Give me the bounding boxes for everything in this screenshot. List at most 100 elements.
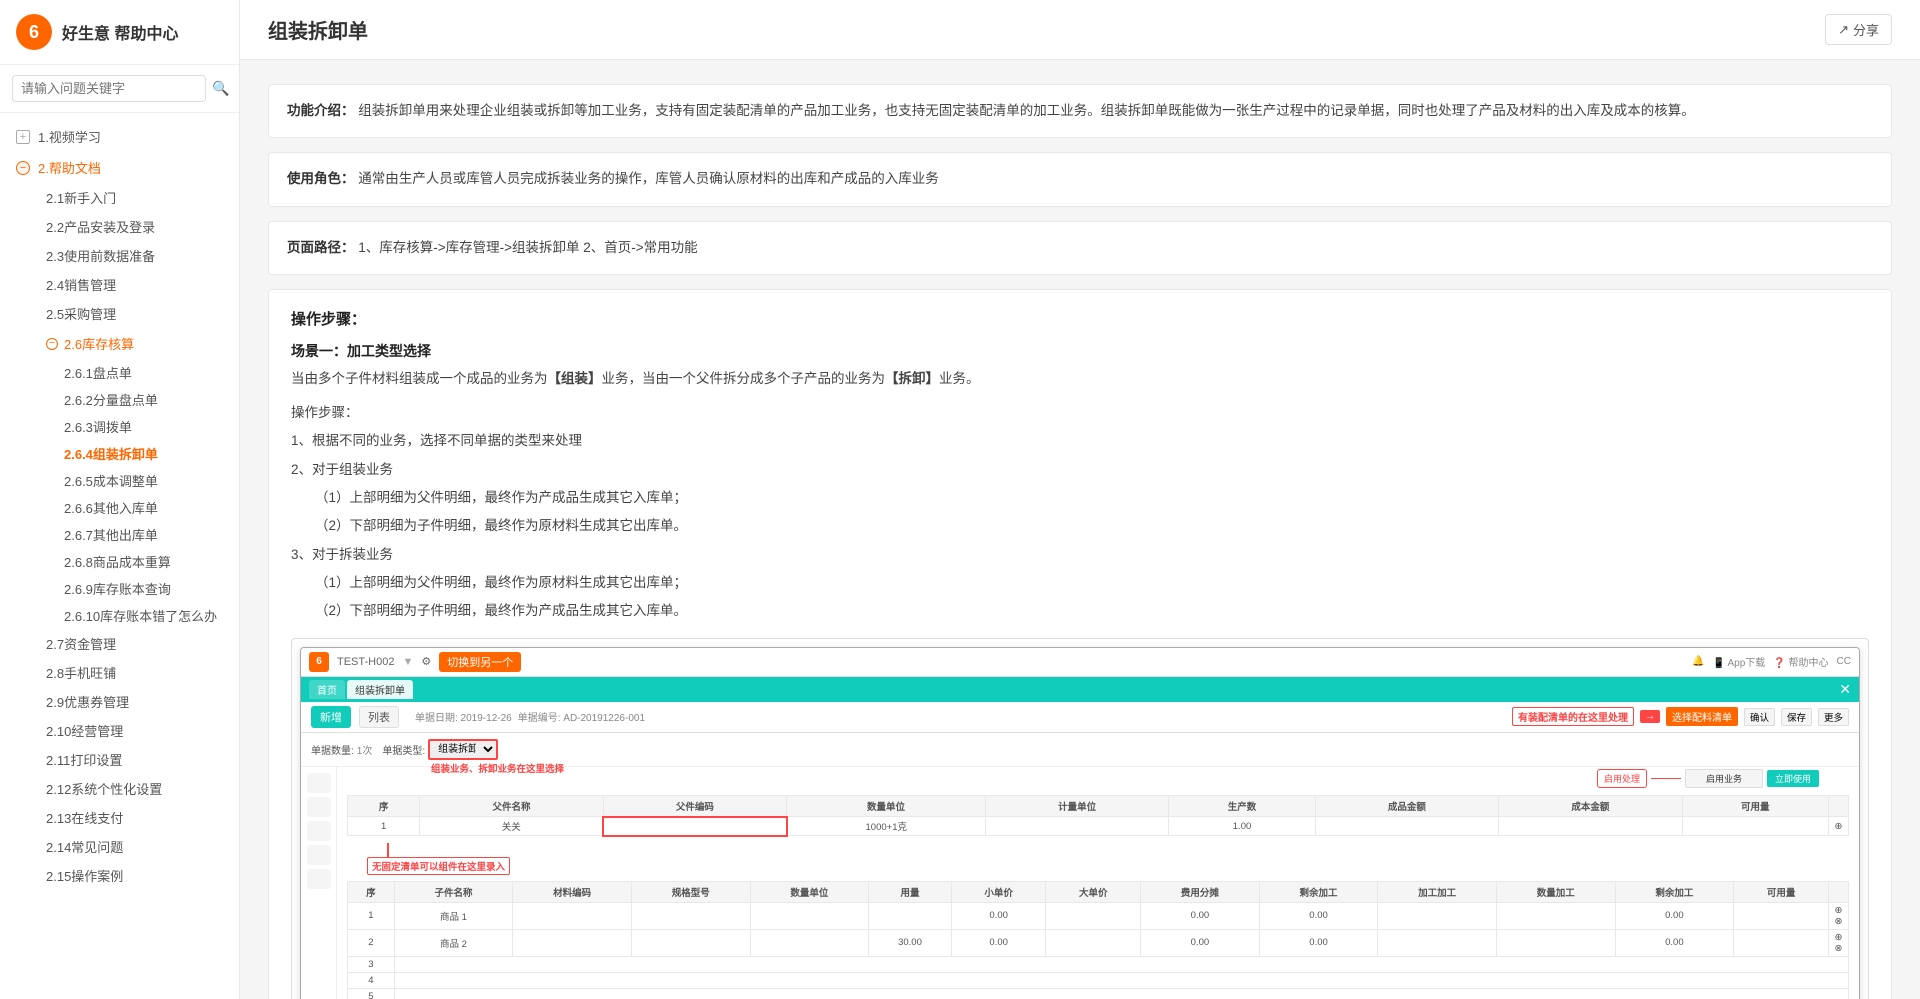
ops-section: 操作步骤： 场景一：加工类型选择 当由多个子件材料组装成一个成品的业务为【组装】… [268, 289, 1892, 999]
search-icon[interactable]: 🔍 [212, 80, 229, 97]
role-block: 使用角色： 通常由生产人员或库管人员完成拆装业务的操作，库管人员确认原材料的出库… [268, 152, 1892, 206]
th-measure-unit: 计量单位 [985, 795, 1168, 817]
screenshot-container: 6 TEST-H002 ▼ ⚙ 切换到另一个 🔔 📱 App下载 ❓ 帮助中心 … [291, 638, 1869, 999]
intro-text: 组装拆卸单用来处理企业组装或拆卸等加工业务，支持有固定装配清单的产品加工业务，也… [358, 103, 1695, 118]
sidebar-item-inventory-label: 2.6库存核算 [64, 334, 134, 353]
sidebar-item-costadj[interactable]: 2.6.5成本调整单 [56, 467, 239, 494]
annotation4-area: 无固定清单可以组件在这里录入 [367, 843, 1859, 875]
nav-group-docs: − 2.帮助文档 2.1新手入门 2.2产品安装及登录 2.3使用前数据准备 2… [0, 152, 239, 890]
annotation-enable: 启用处理 启用业务 立即使用 [1597, 769, 1819, 788]
sidebar-item-error[interactable]: 2.6.10库存账本错了怎么办 [56, 602, 239, 629]
mock-list-btn[interactable]: 列表 [359, 706, 399, 728]
mock-titlebar-tabs: 首页 组装拆卸单 [309, 680, 413, 699]
mock-date-info: 单据日期: 2019-12-26 [415, 709, 512, 724]
th-ops [1829, 795, 1849, 817]
expand-icon-docs: − [16, 161, 30, 175]
sidebar-item-print[interactable]: 2.11打印设置 [38, 745, 239, 774]
sidebar-item-otherout[interactable]: 2.6.7其他出库单 [56, 521, 239, 548]
th-qty-unit: 数量单位 [787, 795, 986, 817]
mock-sidebar-icon3 [307, 821, 331, 841]
mock-company: TEST-H002 [337, 656, 394, 668]
sidebar-item-assembly[interactable]: 2.6.4组装拆卸单 [56, 440, 239, 467]
annotation-enable-box: 启用处理 [1597, 769, 1647, 788]
ops-steps-title: 操作步骤： [291, 401, 1869, 425]
mock-tab-home[interactable]: 首页 [309, 680, 345, 699]
sidebar-item-ledger[interactable]: 2.6.9库存账本查询 [56, 575, 239, 602]
mock-highlighted-cell[interactable] [603, 817, 786, 836]
sidebar-item-otherin[interactable]: 2.6.6其他入库单 [56, 494, 239, 521]
mock-type-select[interactable]: 组装拆卸 拆卸 [428, 739, 498, 760]
nav-sub-group-inventory: − 2.6库存核算 2.6.1盘点单 2.6.2分量盘点单 2.6.3调拨单 2… [38, 328, 239, 629]
mock-subbar-info: 单据日期: 2019-12-26 单据编号: AD-20191226-001 [415, 709, 645, 724]
sidebar-item-purchase[interactable]: 2.5采购管理 [38, 299, 239, 328]
mock-sidebar-icon2 [307, 797, 331, 817]
sidebar-item-cases[interactable]: 2.15操作案例 [38, 861, 239, 890]
sidebar-item-faq[interactable]: 2.14常见问题 [38, 832, 239, 861]
step3-1: （1）上部明细为父件明细，最终作为原材料生成其它出库单； [315, 571, 1869, 595]
mock-no-info: 单据编号: AD-20191226-001 [518, 709, 645, 724]
mock-table2-area: 序 子件名称 材料编码 规格型号 数量单位 用量 小单价 大单价 [337, 877, 1859, 999]
sidebar-item-docs[interactable]: − 2.帮助文档 [0, 152, 239, 183]
mock-titlebar: 首页 组装拆卸单 ✕ [301, 677, 1859, 702]
mock-flag-icon: 🔔 [1692, 656, 1704, 667]
step3: 3、对于拆装业务 [291, 543, 1869, 567]
annotation4-arrow-row [367, 843, 389, 857]
mock-help-icon: ❓ 帮助中心 [1773, 654, 1828, 669]
sidebar-item-costcalc[interactable]: 2.6.8商品成本重算 [56, 548, 239, 575]
mock-topbar-right: 🔔 📱 App下载 ❓ 帮助中心 CC [1692, 654, 1851, 669]
mock-body: 启用处理 启用业务 立即使用 序 [301, 767, 1859, 999]
sidebar-item-mobile[interactable]: 2.8手机旺铺 [38, 658, 239, 687]
mock-app-logo: 6 [309, 652, 329, 672]
th-product-amount: 成品金额 [1315, 795, 1498, 817]
sidebar-item-sysconfig[interactable]: 2.12系统个性化设置 [38, 774, 239, 803]
mock-sidebar-icon5 [307, 869, 331, 889]
path-label: 页面路径： [287, 240, 355, 255]
step2-1: （1）上部明细为父件明细，最终作为产成品生成其它入库单； [315, 486, 1869, 510]
annotation4-text: 无固定清单可以组件在这里录入 [367, 857, 510, 875]
mock-window: 6 TEST-H002 ▼ ⚙ 切换到另一个 🔔 📱 App下载 ❓ 帮助中心 … [300, 647, 1860, 999]
mock-enable-input[interactable]: 启用业务 [1685, 769, 1763, 788]
mock-confirm-btn[interactable]: 确认 [1744, 708, 1775, 726]
page-header: 组装拆卸单 ↗ 分享 [240, 0, 1920, 60]
sidebar-item-stocktake[interactable]: 2.6.1盘点单 [56, 359, 239, 386]
share-button[interactable]: ↗ 分享 [1825, 14, 1892, 45]
sidebar-item-video[interactable]: + 1.视频学习 [0, 121, 239, 152]
mock-topbar: 6 TEST-H002 ▼ ⚙ 切换到另一个 🔔 📱 App下载 ❓ 帮助中心 … [301, 648, 1859, 677]
step3-2: （2）下部明细为子件明细，最终作为产成品生成其它入库单。 [315, 599, 1869, 623]
ops-title: 操作步骤： [291, 308, 1869, 329]
mock-save-btn[interactable]: 保存 [1781, 708, 1812, 726]
expand-icon-inventory: − [46, 338, 58, 350]
table-row: 5 [348, 988, 1849, 999]
sidebar-item-new[interactable]: 2.1新手入门 [38, 183, 239, 212]
sidebar-item-capital[interactable]: 2.7资金管理 [38, 629, 239, 658]
sidebar-item-inventory[interactable]: − 2.6库存核算 [38, 328, 239, 359]
mock-left-sidebar [301, 767, 337, 999]
sidebar-item-coupon[interactable]: 2.9优惠券管理 [38, 687, 239, 716]
mock-close-icon[interactable]: ✕ [1839, 681, 1851, 698]
sidebar-item-adjust[interactable]: 2.6.3调拨单 [56, 413, 239, 440]
sidebar-item-sales[interactable]: 2.4销售管理 [38, 270, 239, 299]
annotation4-content: 无固定清单可以组件在这里录入 [367, 843, 510, 875]
sidebar-item-onlinepay[interactable]: 2.13在线支付 [38, 803, 239, 832]
mock-select-bom-btn[interactable]: 选择配料清单 [1666, 707, 1738, 726]
search-input[interactable] [12, 75, 206, 102]
sidebar-item-operate[interactable]: 2.10经营管理 [38, 716, 239, 745]
mock-apply-btn[interactable]: 立即使用 [1767, 770, 1819, 787]
sidebar-item-data[interactable]: 2.3使用前数据准备 [38, 241, 239, 270]
mock-tab-assembly[interactable]: 组装拆卸单 [347, 680, 413, 699]
mock-sidebar-icon1 [307, 773, 331, 793]
mock-new-btn[interactable]: 新增 [311, 706, 351, 728]
mock-more-btn[interactable]: 更多 [1818, 708, 1849, 726]
mock-app-icon: 📱 App下载 [1713, 654, 1765, 669]
mock-subbar: 新增 列表 单据日期: 2019-12-26 单据编号: AD-20191226… [301, 702, 1859, 733]
sidebar-item-allotment[interactable]: 2.6.2分量盘点单 [56, 386, 239, 413]
nav-sub-docs: 2.1新手入门 2.2产品安装及登录 2.3使用前数据准备 2.4销售管理 2.… [0, 183, 239, 890]
role-text: 通常由生产人员或库管人员完成拆装业务的操作，库管人员确认原材料的出库和产成品的入… [358, 171, 939, 186]
mock-table1: 序 父件名称 父件编码 数量单位 计量单位 生产数 成品金额 成本金额 [347, 795, 1849, 837]
intro-label: 功能介绍： [287, 103, 355, 118]
mock-table1-area: 序 父件名称 父件编码 数量单位 计量单位 生产数 成品金额 成本金额 [337, 791, 1859, 841]
mock-switch-btn[interactable]: 切换到另一个 [439, 652, 521, 672]
nav-group-docs-label: 2.帮助文档 [38, 158, 101, 177]
sidebar-item-install[interactable]: 2.2产品安装及登录 [38, 212, 239, 241]
mock-sidebar-icon4 [307, 845, 331, 865]
